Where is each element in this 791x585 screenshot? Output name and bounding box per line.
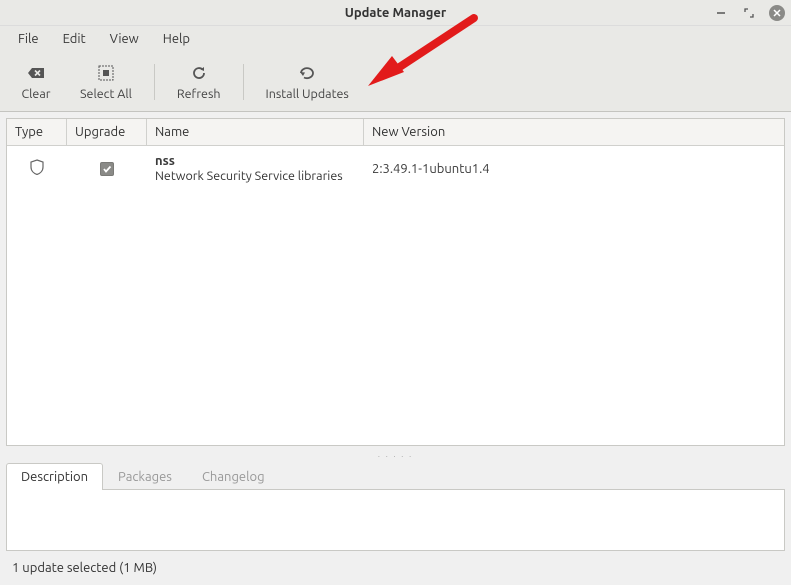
clear-label: Clear bbox=[21, 87, 50, 101]
tab-packages[interactable]: Packages bbox=[103, 463, 187, 490]
install-icon bbox=[298, 63, 316, 83]
menu-edit[interactable]: Edit bbox=[53, 29, 96, 49]
tab-description[interactable]: Description bbox=[6, 463, 103, 490]
tab-changelog[interactable]: Changelog bbox=[187, 463, 280, 490]
table-row[interactable]: nss Network Security Service libraries 2… bbox=[7, 146, 784, 191]
menu-view[interactable]: View bbox=[100, 29, 149, 49]
toolbar-separator bbox=[154, 64, 155, 100]
refresh-label: Refresh bbox=[177, 87, 221, 101]
detail-pane bbox=[6, 489, 785, 551]
package-version: 2:3.49.1-1ubuntu1.4 bbox=[372, 162, 490, 176]
refresh-icon bbox=[191, 63, 207, 83]
updates-panel: Type Upgrade Name New Version nss Networ… bbox=[6, 118, 785, 446]
minimize-button[interactable] bbox=[713, 5, 729, 21]
clear-icon bbox=[27, 63, 45, 83]
pane-resize-handle[interactable]: · · · · · bbox=[0, 452, 791, 462]
upgrade-checkbox[interactable] bbox=[100, 162, 114, 176]
menu-help[interactable]: Help bbox=[153, 29, 200, 49]
maximize-button[interactable] bbox=[741, 5, 757, 21]
toolbar-separator bbox=[243, 64, 244, 100]
column-upgrade[interactable]: Upgrade bbox=[67, 119, 147, 145]
select-all-button[interactable]: Select All bbox=[66, 57, 146, 107]
table-header: Type Upgrade Name New Version bbox=[7, 119, 784, 146]
toolbar: Clear Select All Refresh Install Updates bbox=[0, 52, 791, 112]
status-text: 1 update selected (1 MB) bbox=[12, 561, 157, 575]
column-version[interactable]: New Version bbox=[364, 119, 784, 145]
table-body[interactable]: nss Network Security Service libraries 2… bbox=[7, 146, 784, 445]
status-bar: 1 update selected (1 MB) bbox=[0, 551, 791, 585]
close-button[interactable] bbox=[769, 5, 785, 21]
package-name: nss bbox=[155, 154, 175, 168]
window-controls bbox=[713, 0, 785, 25]
window-title: Update Manager bbox=[345, 6, 447, 20]
refresh-button[interactable]: Refresh bbox=[163, 57, 235, 107]
shield-icon bbox=[30, 159, 44, 178]
install-label: Install Updates bbox=[266, 87, 349, 101]
column-name[interactable]: Name bbox=[147, 119, 364, 145]
package-description: Network Security Service libraries bbox=[155, 169, 343, 183]
select-all-label: Select All bbox=[80, 87, 132, 101]
menu-file[interactable]: File bbox=[8, 29, 49, 49]
clear-button[interactable]: Clear bbox=[6, 57, 66, 107]
column-type[interactable]: Type bbox=[7, 119, 67, 145]
menubar: File Edit View Help bbox=[0, 26, 791, 52]
select-all-icon bbox=[98, 63, 114, 83]
detail-tabs: Description Packages Changelog bbox=[6, 462, 785, 489]
install-updates-button[interactable]: Install Updates bbox=[252, 57, 363, 107]
titlebar: Update Manager bbox=[0, 0, 791, 26]
